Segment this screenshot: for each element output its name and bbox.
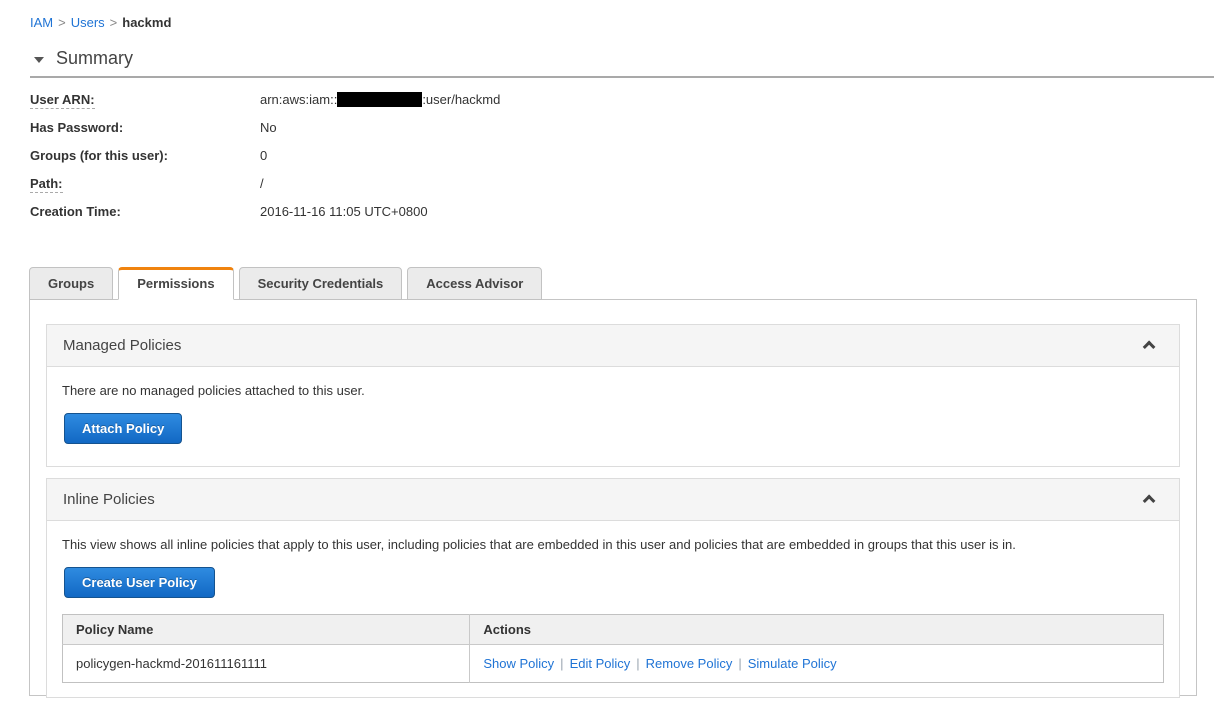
inline-policies-body: This view shows all inline policies that… <box>47 521 1179 697</box>
user-arn-label: User ARN: <box>30 92 95 109</box>
breadcrumb-link-iam[interactable]: IAM <box>30 15 53 30</box>
inline-policies-title: Inline Policies <box>63 491 155 508</box>
action-separator: | <box>636 656 640 671</box>
actions-column-header: Actions <box>469 614 1164 645</box>
tab-access-advisor[interactable]: Access Advisor <box>407 267 543 300</box>
breadcrumb-link-users[interactable]: Users <box>71 15 105 30</box>
breadcrumb-separator: > <box>109 15 118 30</box>
summary-section-header[interactable]: Summary <box>30 48 1214 78</box>
simulate-policy-link[interactable]: Simulate Policy <box>748 656 837 671</box>
has-password-value: No <box>260 120 277 135</box>
breadcrumb-separator: > <box>58 15 66 30</box>
field-row-has-password: Has Password: No <box>30 120 1214 136</box>
chevron-up-icon[interactable] <box>1142 494 1156 508</box>
permissions-tab-panel: Managed Policies There are no managed po… <box>29 299 1197 698</box>
tab-strip: Groups Permissions Security Credentials … <box>29 267 1197 300</box>
managed-policies-section: Managed Policies There are no managed po… <box>46 324 1180 467</box>
action-separator: | <box>738 656 742 671</box>
path-label: Path: <box>30 176 63 193</box>
field-row-creation-time: Creation Time: 2016-11-16 11:05 UTC+0800 <box>30 204 1214 220</box>
groups-value: 0 <box>260 148 268 163</box>
field-row-user-arn: User ARN: arn:aws:iam:::user/hackmd <box>30 92 1214 109</box>
summary-fields: User ARN: arn:aws:iam:::user/hackmd Has … <box>30 92 1214 220</box>
inline-policies-description: This view shows all inline policies that… <box>62 537 1016 552</box>
attach-policy-button[interactable]: Attach Policy <box>64 413 183 444</box>
actions-cell: Show Policy | Edit Policy | Remove Policy | Si… <box>469 644 1164 683</box>
managed-policies-title: Managed Policies <box>63 337 182 354</box>
chevron-up-icon[interactable] <box>1142 340 1156 354</box>
tab-security-credentials[interactable]: Security Credentials <box>238 267 403 300</box>
user-arn-prefix: arn:aws:iam:: <box>260 92 338 107</box>
triangle-down-icon[interactable] <box>34 56 44 63</box>
policy-name-cell: policygen-hackmd-201611161111 <box>62 644 471 683</box>
redacted-account-id <box>337 92 423 107</box>
creation-time-value: 2016-11-16 11:05 UTC+0800 <box>260 204 428 219</box>
field-row-groups: Groups (for this user): 0 <box>30 148 1214 164</box>
path-value: / <box>260 176 264 191</box>
inline-policies-table: Policy Name Actions policygen-hackmd-201… <box>62 614 1164 683</box>
inline-policies-section: Inline Policies This view shows all inli… <box>46 478 1180 698</box>
create-user-policy-button[interactable]: Create User Policy <box>64 567 215 598</box>
policy-name-column-header: Policy Name <box>62 614 471 645</box>
tab-permissions[interactable]: Permissions <box>118 267 234 300</box>
managed-policies-header[interactable]: Managed Policies <box>47 325 1179 367</box>
managed-policies-body: There are no managed policies attached t… <box>47 367 1179 466</box>
user-arn-value: arn:aws:iam:::user/hackmd <box>260 92 500 108</box>
action-separator: | <box>560 656 564 671</box>
tab-groups[interactable]: Groups <box>29 267 114 300</box>
groups-label: Groups (for this user): <box>30 148 168 163</box>
summary-title: Summary <box>56 48 134 68</box>
inline-policies-header[interactable]: Inline Policies <box>47 479 1179 521</box>
remove-policy-link[interactable]: Remove Policy <box>646 656 733 671</box>
managed-policies-empty-text: There are no managed policies attached t… <box>62 383 365 398</box>
table-row: policygen-hackmd-201611161111 Show Polic… <box>62 644 1164 683</box>
breadcrumb: IAM > Users > hackmd <box>0 0 1214 42</box>
field-row-path: Path: / <box>30 176 1214 193</box>
edit-policy-link[interactable]: Edit Policy <box>570 656 631 671</box>
user-arn-suffix: :user/hackmd <box>422 92 501 107</box>
has-password-label: Has Password: <box>30 120 124 135</box>
show-policy-link[interactable]: Show Policy <box>483 656 554 671</box>
table-header-row: Policy Name Actions <box>62 614 1164 645</box>
creation-time-label: Creation Time: <box>30 204 121 219</box>
breadcrumb-current-user: hackmd <box>122 15 172 30</box>
